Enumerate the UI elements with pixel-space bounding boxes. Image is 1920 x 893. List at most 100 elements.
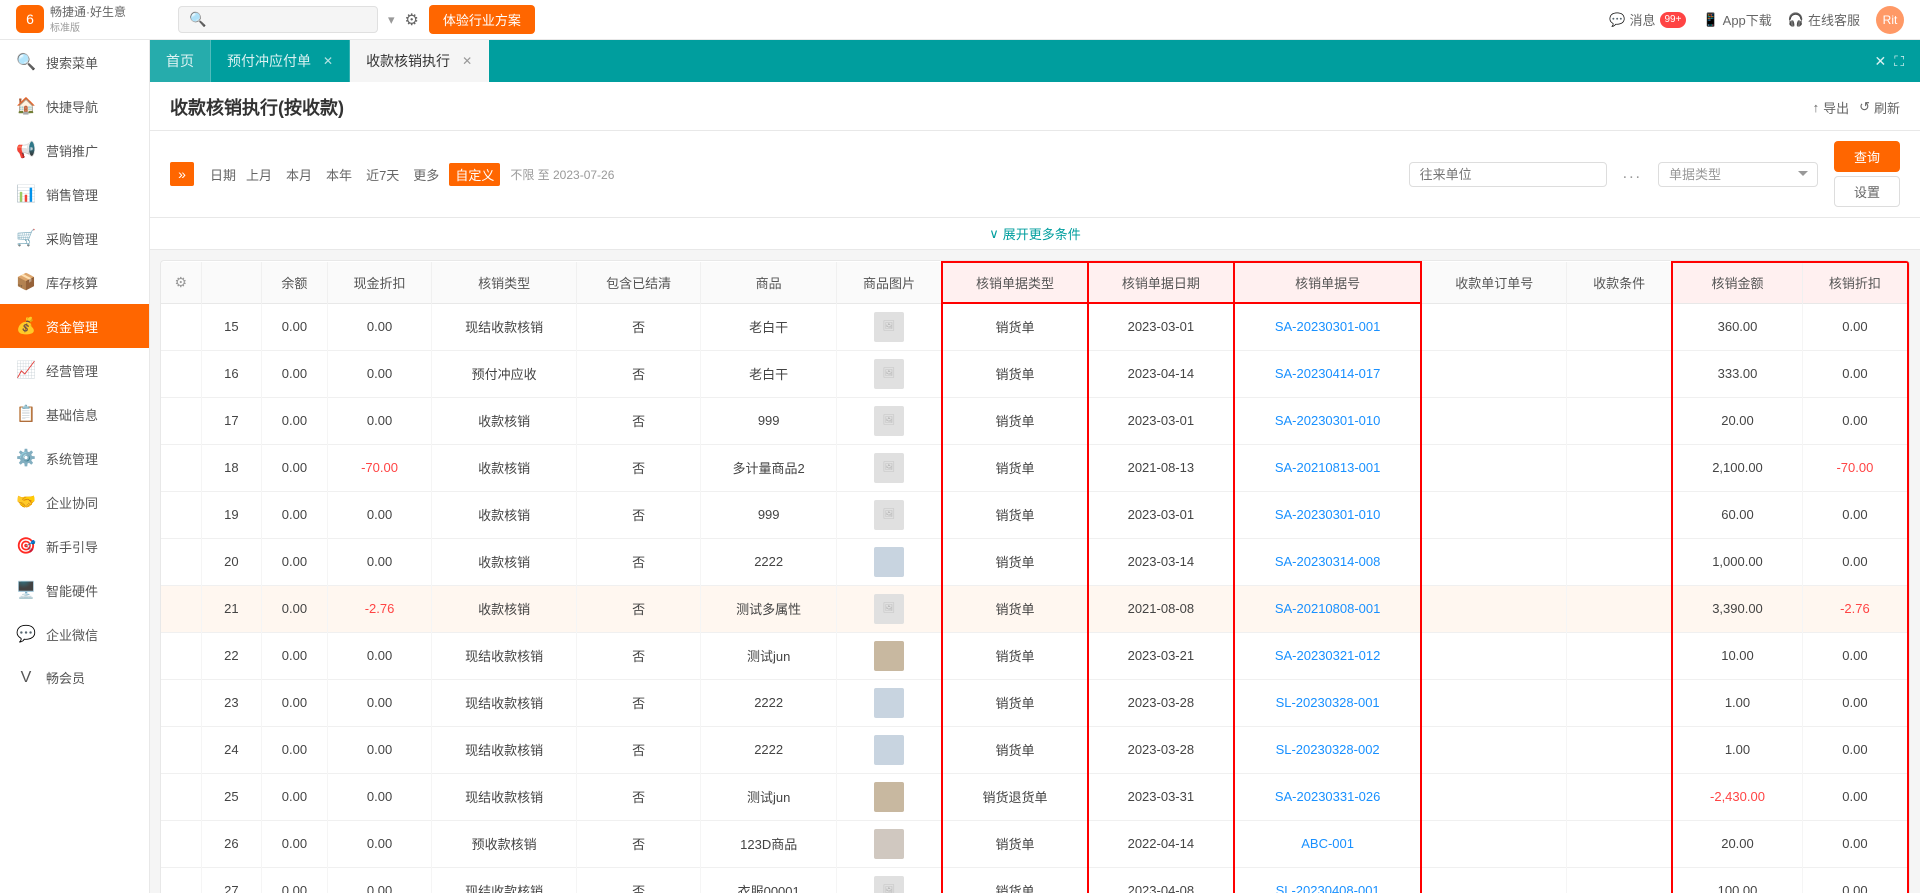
- trial-button[interactable]: 体验行业方案: [429, 5, 535, 34]
- td-writeoff-type: 现结收款核销: [432, 632, 576, 679]
- sidebar-item-inventory[interactable]: 📦库存核算: [0, 260, 149, 304]
- sidebar-item-finance[interactable]: 💰资金管理: [0, 304, 149, 348]
- sidebar-item-hardware[interactable]: 🖥️智能硬件: [0, 568, 149, 612]
- sidebar-item-member[interactable]: V畅会员: [0, 656, 149, 699]
- td-balance: 0.00: [262, 397, 327, 444]
- th-row-num: [201, 262, 262, 303]
- td-bill-type: 销货单: [942, 350, 1088, 397]
- td-bill-no[interactable]: SA-20230331-026: [1234, 773, 1422, 820]
- td-bill-no[interactable]: ABC-001: [1234, 820, 1422, 867]
- logo-icon: 6: [16, 5, 44, 33]
- sidebar-item-enterprise[interactable]: 🤝企业协同: [0, 480, 149, 524]
- sidebar-item-purchase[interactable]: 🛒采购管理: [0, 216, 149, 260]
- sidebar-item-sales[interactable]: 📊销售管理: [0, 172, 149, 216]
- td-include-settled: 否: [576, 397, 701, 444]
- sidebar-item-base-info[interactable]: 📋基础信息: [0, 392, 149, 436]
- th-settings: ⚙: [161, 262, 201, 303]
- bill-no-link[interactable]: SA-20230301-001: [1275, 319, 1381, 334]
- custom-date-link[interactable]: 自定义: [449, 163, 500, 186]
- td-include-settled: 否: [576, 820, 701, 867]
- messages-button[interactable]: 💬 消息 99+: [1609, 10, 1686, 29]
- bill-no-link[interactable]: SA-20210813-001: [1275, 460, 1381, 475]
- online-service-button[interactable]: 🎧 在线客服: [1788, 10, 1860, 29]
- goods-thumb: 🖼: [874, 453, 904, 483]
- more-date-link[interactable]: 更多: [409, 163, 443, 186]
- td-row-num: 18: [201, 444, 262, 491]
- td-bill-no[interactable]: SA-20210813-001: [1234, 444, 1422, 491]
- window-close-icon[interactable]: ✕: [1874, 53, 1886, 70]
- td-bill-no[interactable]: SA-20230414-017: [1234, 350, 1422, 397]
- tab-close-prepay[interactable]: ✕: [323, 54, 333, 68]
- bill-no-link[interactable]: ABC-001: [1301, 836, 1354, 851]
- bill-no-link[interactable]: SA-20230301-010: [1275, 413, 1381, 428]
- filter-settings-button[interactable]: 设置: [1834, 176, 1900, 207]
- app-download-button[interactable]: 📱 App下载: [1702, 10, 1771, 29]
- td-goods: 2222: [701, 679, 837, 726]
- avatar[interactable]: Rit: [1876, 6, 1904, 34]
- tab-home[interactable]: 首页: [150, 40, 211, 82]
- bill-no-link[interactable]: SL-20230328-001: [1276, 695, 1380, 710]
- bill-no-link[interactable]: SA-20230321-012: [1275, 648, 1381, 663]
- td-bill-type: 销货单: [942, 397, 1088, 444]
- filter-toggle-button[interactable]: »: [170, 162, 194, 186]
- dropdown-icon[interactable]: ▾: [388, 12, 395, 28]
- sidebar-label-guide: 新手引导: [46, 537, 98, 556]
- from-unit-input[interactable]: [1409, 162, 1607, 187]
- sidebar-item-quick-nav[interactable]: 🏠快捷导航: [0, 84, 149, 128]
- tab-close-writeoff[interactable]: ✕: [462, 54, 472, 68]
- bill-no-link[interactable]: SL-20230408-001: [1276, 883, 1380, 893]
- sidebar-item-system[interactable]: ⚙️系统管理: [0, 436, 149, 480]
- bill-no-link[interactable]: SA-20230301-010: [1275, 507, 1381, 522]
- bill-no-link[interactable]: SA-20230331-026: [1275, 789, 1381, 804]
- td-bill-type: 销货单: [942, 820, 1088, 867]
- td-bill-no[interactable]: SA-20230301-001: [1234, 303, 1422, 350]
- sidebar-item-marketing[interactable]: 📢营销推广: [0, 128, 149, 172]
- sidebar-item-operations[interactable]: 📈经营管理: [0, 348, 149, 392]
- refresh-button[interactable]: ↺ 刷新: [1859, 98, 1900, 117]
- headset-icon: 🎧: [1788, 12, 1804, 28]
- bill-type-select[interactable]: 单据类型: [1658, 162, 1818, 187]
- window-expand-icon[interactable]: ⛶: [1894, 53, 1904, 70]
- query-button[interactable]: 查询: [1834, 141, 1900, 172]
- sidebar-item-search-menu[interactable]: 🔍搜索菜单: [0, 40, 149, 84]
- main-content: 首页预付冲应付单✕收款核销执行✕ ✕ ⛶ 收款核销执行(按收款) ↑ 导出: [150, 40, 1920, 893]
- td-bill-no[interactable]: SA-20230321-012: [1234, 632, 1422, 679]
- bill-no-link[interactable]: SA-20230314-008: [1275, 554, 1381, 569]
- bill-no-link[interactable]: SL-20230328-002: [1276, 742, 1380, 757]
- th-receipt-order-no: 收款单订单号: [1421, 262, 1566, 303]
- last-month-link[interactable]: 上月: [242, 163, 276, 186]
- this-year-link[interactable]: 本年: [322, 163, 356, 186]
- td-bill-no[interactable]: SA-20230314-008: [1234, 538, 1422, 585]
- td-bill-no[interactable]: SA-20210808-001: [1234, 585, 1422, 632]
- td-bill-no[interactable]: SL-20230328-002: [1234, 726, 1422, 773]
- tab-prepay[interactable]: 预付冲应付单✕: [211, 40, 350, 82]
- td-bill-type: 销货退货单: [942, 773, 1088, 820]
- sidebar-item-wechat[interactable]: 💬企业微信: [0, 612, 149, 656]
- logo-text: 畅捷通·好生意: [50, 5, 126, 19]
- td-receipt-condition: [1567, 350, 1673, 397]
- last-7days-link[interactable]: 近7天: [362, 163, 403, 186]
- expand-conditions-button[interactable]: ∨ 展开更多条件: [989, 224, 1081, 243]
- td-cash-discount: 0.00: [327, 820, 432, 867]
- bill-no-link[interactable]: SA-20230414-017: [1275, 366, 1381, 381]
- td-bill-no[interactable]: SA-20230301-010: [1234, 491, 1422, 538]
- td-cash-discount: -70.00: [327, 444, 432, 491]
- this-month-link[interactable]: 本月: [282, 163, 316, 186]
- column-settings-icon[interactable]: ⚙: [174, 274, 187, 290]
- td-bill-no[interactable]: SL-20230408-001: [1234, 867, 1422, 893]
- th-bill-date: 核销单据日期: [1088, 262, 1234, 303]
- bill-no-link[interactable]: SA-20210808-001: [1275, 601, 1381, 616]
- td-receipt-condition: [1567, 773, 1673, 820]
- th-cash-discount: 现金折扣: [327, 262, 432, 303]
- td-include-settled: 否: [576, 303, 701, 350]
- td-goods-img: 🖼: [836, 350, 942, 397]
- td-bill-no[interactable]: SL-20230328-001: [1234, 679, 1422, 726]
- sidebar-item-guide[interactable]: 🎯新手引导: [0, 524, 149, 568]
- td-row-gear: [161, 538, 201, 585]
- td-bill-no[interactable]: SA-20230301-010: [1234, 397, 1422, 444]
- tab-writeoff[interactable]: 收款核销执行✕: [350, 40, 489, 82]
- top-search-area[interactable]: 🔍: [178, 6, 378, 33]
- settings-gear-button[interactable]: ⚙: [405, 10, 419, 30]
- td-bill-type: 销货单: [942, 632, 1088, 679]
- export-button[interactable]: ↑ 导出: [1813, 98, 1850, 117]
